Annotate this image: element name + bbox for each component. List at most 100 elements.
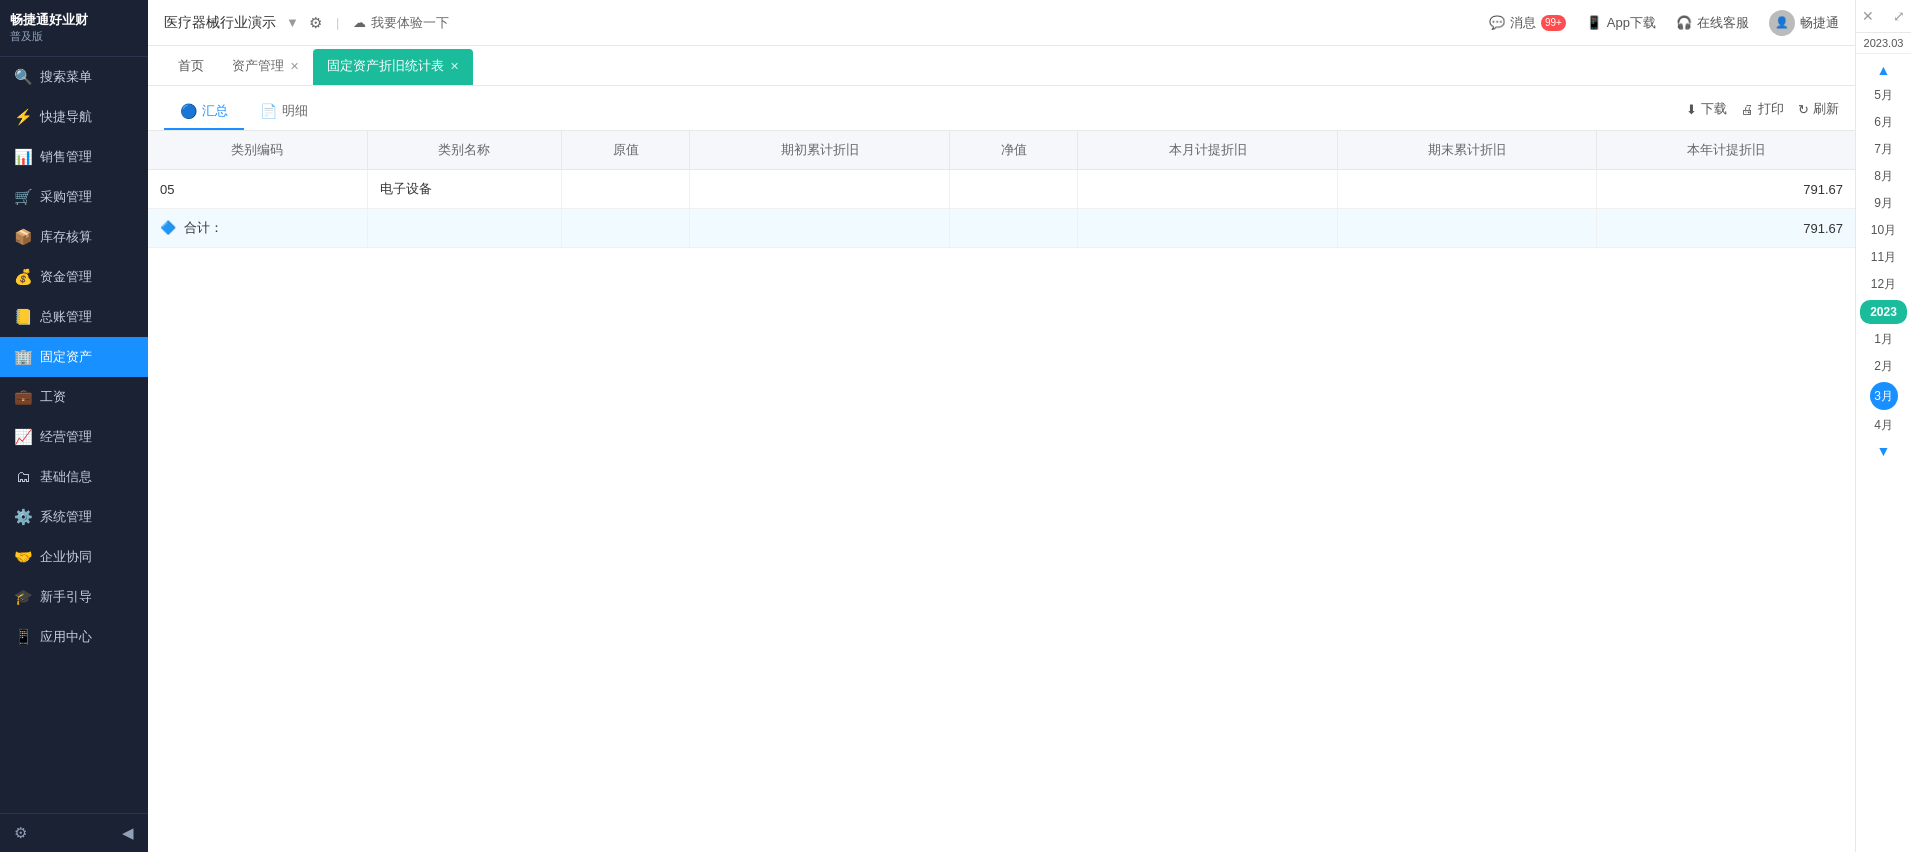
month-8[interactable]: 8月 bbox=[1856, 163, 1911, 190]
row-net bbox=[949, 170, 1077, 209]
sidebar-item-system[interactable]: ⚙️ 系统管理 bbox=[0, 497, 148, 537]
tab-depreciation-label: 固定资产折旧统计表 bbox=[327, 57, 444, 75]
sidebar: 畅捷通好业财 普及版 🔍搜索菜单 ⚡ 快捷导航 📊销售管理🛒采购管理📦库存核算💰资金管… bbox=[0, 0, 148, 852]
company-dropdown-icon[interactable]: ▼ bbox=[286, 15, 299, 30]
month-1[interactable]: 1月 bbox=[1856, 326, 1911, 353]
sidebar-logo: 畅捷通好业财 普及版 bbox=[0, 0, 148, 57]
sidebar-item-basic[interactable]: 🗂基础信息 bbox=[0, 457, 148, 497]
sidebar-icon-quicknav: ⚡ bbox=[14, 108, 32, 126]
row-name: 电子设备 bbox=[367, 170, 561, 209]
collapse-icon[interactable]: ◀ bbox=[122, 824, 134, 842]
download-btn[interactable]: ⬇ 下载 bbox=[1686, 100, 1727, 118]
user-menu[interactable]: 👤 畅捷通 bbox=[1769, 10, 1839, 36]
date-nav: ▲ 5月 6月 7月 8月 9月 10月 11月 12月 2023 1月 2月 … bbox=[1856, 54, 1911, 852]
nav-up-arrow[interactable]: ▲ bbox=[1856, 58, 1911, 82]
sidebar-icon-guide: 🎓 bbox=[14, 588, 32, 606]
experience-btn[interactable]: ☁ 我要体验一下 bbox=[353, 14, 449, 32]
right-panel-expand-icon[interactable]: ⤢ bbox=[1893, 8, 1905, 24]
row-code: 05 bbox=[148, 170, 367, 209]
sub-tabbar: 🔵 汇总 📄 明细 ⬇ 下载 🖨 打印 bbox=[148, 86, 1855, 131]
month-9[interactable]: 9月 bbox=[1856, 190, 1911, 217]
sidebar-item-apps[interactable]: 📱应用中心 bbox=[0, 617, 148, 657]
month-7[interactable]: 7月 bbox=[1856, 136, 1911, 163]
sidebar-label-quicknav: 快捷导航 bbox=[40, 108, 92, 126]
service-icon: 🎧 bbox=[1676, 15, 1692, 30]
month-6[interactable]: 6月 bbox=[1856, 109, 1911, 136]
col-initial-accum: 期初累计折旧 bbox=[690, 131, 949, 170]
sidebar-icon-operations: 📈 bbox=[14, 428, 32, 446]
company-settings-icon[interactable]: ⚙ bbox=[309, 14, 322, 32]
tab-home[interactable]: 首页 bbox=[164, 49, 218, 85]
month-12[interactable]: 12月 bbox=[1856, 271, 1911, 298]
tab-depreciation-close[interactable]: ✕ bbox=[450, 60, 459, 73]
tab-depreciation[interactable]: 固定资产折旧统计表 ✕ bbox=[313, 49, 473, 85]
depreciation-table: 类别编码 类别名称 原值 期初累计折旧 净值 本月计提折旧 期末累计折旧 本年计… bbox=[148, 131, 1855, 248]
month-4[interactable]: 4月 bbox=[1856, 412, 1911, 439]
sidebar-item-sales[interactable]: 📊销售管理 bbox=[0, 137, 148, 177]
print-label: 打印 bbox=[1758, 100, 1784, 118]
sidebar-label-operations: 经营管理 bbox=[40, 428, 92, 446]
page-content: 🔵 汇总 📄 明细 ⬇ 下载 🖨 打印 bbox=[148, 86, 1855, 852]
sidebar-footer: ⚙ ◀ bbox=[0, 813, 148, 852]
month-3-active[interactable]: 3月 bbox=[1870, 382, 1898, 410]
settings-icon[interactable]: ⚙ bbox=[14, 824, 27, 842]
sub-tab-summary[interactable]: 🔵 汇总 bbox=[164, 96, 244, 130]
main-content: 医疗器械行业演示 ▼ ⚙ | ☁ 我要体验一下 💬 消息 99+ 📱 App下载… bbox=[148, 0, 1855, 852]
sidebar-icon-assets: 🏢 bbox=[14, 348, 32, 366]
row-end-accum bbox=[1337, 170, 1596, 209]
year-2023-label[interactable]: 2023 bbox=[1860, 300, 1907, 324]
summary-label: 🔷 合计： bbox=[148, 209, 367, 248]
sidebar-item-funds[interactable]: 💰资金管理 bbox=[0, 257, 148, 297]
username: 畅捷通 bbox=[1800, 14, 1839, 32]
sidebar-icon-collab: 🤝 bbox=[14, 548, 32, 566]
summary-icon: 🔷 bbox=[160, 220, 176, 235]
sidebar-icon-system: ⚙️ bbox=[14, 508, 32, 526]
sidebar-label-assets: 固定资产 bbox=[40, 348, 92, 366]
summary-tab-label: 汇总 bbox=[202, 102, 228, 120]
current-period-label: 2023.03 bbox=[1856, 33, 1911, 54]
print-btn[interactable]: 🖨 打印 bbox=[1741, 100, 1784, 118]
col-code: 类别编码 bbox=[148, 131, 367, 170]
nav-down-arrow[interactable]: ▼ bbox=[1856, 439, 1911, 463]
app-download-label: App下载 bbox=[1607, 14, 1656, 32]
refresh-btn[interactable]: ↻ 刷新 bbox=[1798, 100, 1839, 118]
table-row: 05 电子设备 791.67 bbox=[148, 170, 1855, 209]
month-2[interactable]: 2月 bbox=[1856, 353, 1911, 380]
sub-tab-detail[interactable]: 📄 明细 bbox=[244, 96, 324, 130]
sidebar-item-assets[interactable]: 🏢 固定资产 bbox=[0, 337, 148, 377]
row-yearly: 791.67 bbox=[1597, 170, 1855, 209]
detail-tab-icon: 📄 bbox=[260, 103, 277, 119]
message-badge: 99+ bbox=[1541, 15, 1566, 31]
right-panel: ✕ ⤢ 2023.03 ▲ 5月 6月 7月 8月 9月 10月 11月 12月… bbox=[1855, 0, 1911, 852]
row-original bbox=[561, 170, 689, 209]
right-panel-close-icon[interactable]: ✕ bbox=[1862, 8, 1874, 24]
sidebar-label-system: 系统管理 bbox=[40, 508, 92, 526]
sidebar-item-quicknav[interactable]: ⚡ 快捷导航 bbox=[0, 97, 148, 137]
sub-tabs: 🔵 汇总 📄 明细 bbox=[164, 96, 324, 130]
sidebar-item-payroll[interactable]: 💼工资 bbox=[0, 377, 148, 417]
sidebar-item-collab[interactable]: 🤝企业协同 bbox=[0, 537, 148, 577]
month-5[interactable]: 5月 bbox=[1856, 82, 1911, 109]
sidebar-item-ledger[interactable]: 📒总账管理 bbox=[0, 297, 148, 337]
sidebar-item-purchase[interactable]: 🛒采购管理 bbox=[0, 177, 148, 217]
sidebar-label-guide: 新手引导 bbox=[40, 588, 92, 606]
sidebar-item-search[interactable]: 🔍搜索菜单 bbox=[0, 57, 148, 97]
tab-assets-mgmt[interactable]: 资产管理 ✕ bbox=[218, 49, 313, 85]
content-area: 🔵 汇总 📄 明细 ⬇ 下载 🖨 打印 bbox=[148, 86, 1855, 852]
customer-service-btn[interactable]: 🎧 在线客服 bbox=[1676, 14, 1749, 32]
sidebar-item-operations[interactable]: 📈 经营管理 bbox=[0, 417, 148, 457]
sidebar-label-purchase: 采购管理 bbox=[40, 188, 92, 206]
sidebar-item-inventory[interactable]: 📦库存核算 bbox=[0, 217, 148, 257]
sidebar-menu: 🔍搜索菜单 ⚡ 快捷导航 📊销售管理🛒采购管理📦库存核算💰资金管理📒总账管理 🏢 固定资产… bbox=[0, 57, 148, 813]
summary-end-accum bbox=[1337, 209, 1596, 248]
sidebar-label-apps: 应用中心 bbox=[40, 628, 92, 646]
month-11[interactable]: 11月 bbox=[1856, 244, 1911, 271]
sidebar-label-payroll: 工资 bbox=[40, 388, 66, 406]
sidebar-item-guide[interactable]: 🎓 新手引导 bbox=[0, 577, 148, 617]
month-10[interactable]: 10月 bbox=[1856, 217, 1911, 244]
summary-net bbox=[949, 209, 1077, 248]
sidebar-icon-inventory: 📦 bbox=[14, 228, 32, 246]
app-download-btn[interactable]: 📱 App下载 bbox=[1586, 14, 1656, 32]
tab-assets-close[interactable]: ✕ bbox=[290, 60, 299, 73]
message-btn[interactable]: 💬 消息 99+ bbox=[1489, 14, 1566, 32]
